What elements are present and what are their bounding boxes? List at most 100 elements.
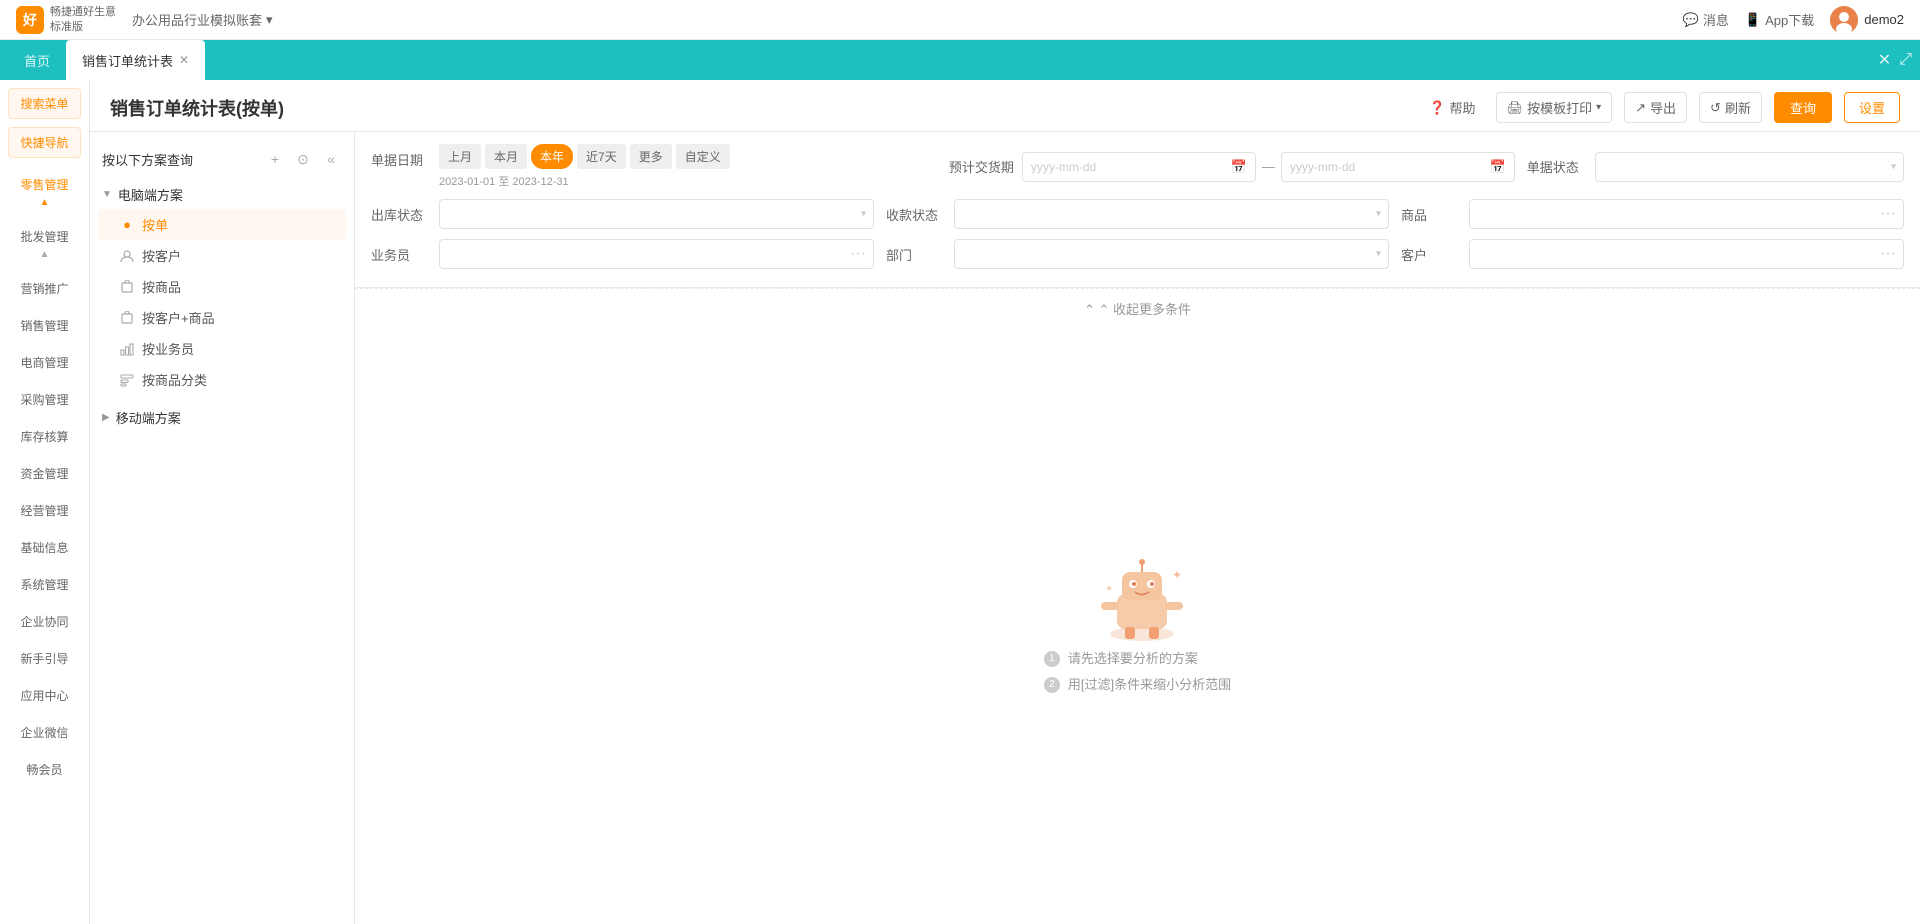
query-button[interactable]: 查询 bbox=[1774, 92, 1832, 123]
tree-item-customer-goods-icon bbox=[118, 309, 136, 327]
refresh-btn[interactable]: ↺ 刷新 bbox=[1699, 92, 1762, 123]
tree-item-salesperson-icon bbox=[118, 340, 136, 358]
status-select-input[interactable] bbox=[1595, 152, 1904, 182]
filter-panel-title: 按以下方案查询 bbox=[102, 150, 193, 169]
collection-select-input[interactable] bbox=[954, 199, 1389, 229]
goods-input[interactable] bbox=[1469, 199, 1904, 229]
tree-mobile-group: ▶ 移动端方案 bbox=[90, 403, 354, 432]
settings-scheme-icon[interactable]: ⊙ bbox=[292, 148, 314, 170]
goods-dots-icon[interactable]: ··· bbox=[1880, 205, 1896, 223]
sidebar-basics-label: 基础信息 bbox=[20, 539, 68, 556]
tree-item-by-order[interactable]: ● 按单 bbox=[98, 209, 346, 240]
sidebar-item-sales[interactable]: 销售管理 bbox=[0, 307, 89, 344]
date-start-calendar-icon: 📅 bbox=[1231, 159, 1247, 175]
tree-mobile-title[interactable]: ▶ 移动端方案 bbox=[98, 403, 346, 432]
shortcut-nav-btn[interactable]: 快捷导航 bbox=[8, 127, 81, 158]
date-preset-this-month[interactable]: 本月 bbox=[485, 144, 527, 169]
collapse-panel-icon[interactable]: « bbox=[320, 148, 342, 170]
tree-desktop-title[interactable]: ▼ 电脑端方案 bbox=[98, 180, 346, 209]
sidebar-item-member[interactable]: 畅会员 bbox=[0, 751, 89, 788]
sidebar-item-retail[interactable]: 零售管理 ▲ bbox=[0, 166, 89, 218]
tree-item-by-customer[interactable]: 按客户 bbox=[98, 240, 346, 271]
sidebar-item-newuser[interactable]: 新手引导 bbox=[0, 640, 89, 677]
sidebar-member-label: 畅会员 bbox=[26, 761, 62, 778]
window-close-icon[interactable]: ✕ bbox=[1878, 50, 1891, 70]
goods-label: 商品 bbox=[1401, 205, 1461, 224]
collapse-more-bar[interactable]: ⌃ ⌃ 收起更多条件 bbox=[355, 288, 1920, 328]
logo-icon: 好 bbox=[16, 6, 44, 34]
search-menu-btn[interactable]: 搜索菜单 bbox=[8, 88, 81, 119]
shipment-select-input[interactable] bbox=[439, 199, 874, 229]
salesperson-label: 业务员 bbox=[371, 245, 431, 264]
salesperson-input[interactable] bbox=[439, 239, 874, 269]
date-start-input[interactable]: yyyy-mm-dd 📅 bbox=[1022, 152, 1256, 182]
tree-item-by-customer-goods[interactable]: 按客户+商品 bbox=[98, 302, 346, 333]
sidebar-item-enterprise[interactable]: 企业协同 bbox=[0, 603, 89, 640]
date-sub-text: 2023-01-01 至 2023-12-31 bbox=[439, 173, 730, 189]
app-download-btn[interactable]: 📱 App下载 bbox=[1745, 10, 1814, 29]
workspace-selector[interactable]: 办公用品行业模拟账套 ▾ bbox=[124, 6, 281, 33]
sidebar-item-weixin[interactable]: 企业微信 bbox=[0, 714, 89, 751]
sidebar-item-basics[interactable]: 基础信息 bbox=[0, 529, 89, 566]
logo-area: 好 畅捷通好生意 标准版 bbox=[16, 5, 116, 34]
sidebar-item-ecommerce[interactable]: 电商管理 bbox=[0, 344, 89, 381]
empty-hint-1: 1 请先选择要分析的方案 bbox=[1044, 646, 1231, 672]
date-preset-7days[interactable]: 近7天 bbox=[577, 144, 626, 169]
customer-input[interactable] bbox=[1469, 239, 1904, 269]
sidebar-purchase-label: 采购管理 bbox=[20, 391, 68, 408]
date-preset-last-month[interactable]: 上月 bbox=[439, 144, 481, 169]
top-bar-right: 💬 消息 📱 App下载 demo2 bbox=[1683, 6, 1904, 34]
date-range-input: yyyy-mm-dd 📅 — yyyy-mm-dd 📅 bbox=[1022, 152, 1515, 182]
sidebar-item-system[interactable]: 系统管理 bbox=[0, 566, 89, 603]
sidebar-wholesale-label: 批发管理 bbox=[20, 228, 68, 245]
salesperson-dots-icon[interactable]: ··· bbox=[850, 245, 866, 263]
sidebar-item-operations[interactable]: 经营管理 bbox=[0, 492, 89, 529]
export-btn[interactable]: ↗ 导出 bbox=[1624, 92, 1687, 123]
content-area: 销售订单统计表(按单) ❓ 帮助 🖨 按模板打印 ▾ ↗ 导出 ↺ 刷新 bbox=[90, 80, 1920, 924]
sidebar-item-inventory[interactable]: 库存核算 bbox=[0, 418, 89, 455]
sidebar-item-purchase[interactable]: 采购管理 bbox=[0, 381, 89, 418]
sidebar-item-marketing[interactable]: 营销推广 bbox=[0, 270, 89, 307]
customer-dots-icon[interactable]: ··· bbox=[1880, 245, 1896, 263]
logo-text: 畅捷通好生意 标准版 bbox=[50, 5, 116, 34]
empty-hint-2: 2 用[过滤]条件来缩小分析范围 bbox=[1044, 672, 1231, 698]
tree-item-by-salesperson[interactable]: 按业务员 bbox=[98, 333, 346, 364]
customer-label: 客户 bbox=[1401, 245, 1461, 264]
template-print-arrow-icon: ▾ bbox=[1596, 102, 1601, 113]
sidebar-item-appcenter[interactable]: 应用中心 bbox=[0, 677, 89, 714]
date-end-input[interactable]: yyyy-mm-dd 📅 bbox=[1281, 152, 1515, 182]
help-btn[interactable]: ❓ 帮助 bbox=[1421, 94, 1483, 121]
tree-item-by-goods[interactable]: 按商品 bbox=[98, 271, 346, 302]
tab-sales-stats[interactable]: 销售订单统计表 ✕ bbox=[66, 40, 205, 80]
wholesale-arrow-icon: ▲ bbox=[40, 249, 50, 260]
filter-panel-tools: + ⊙ « bbox=[264, 148, 342, 170]
date-preset-more[interactable]: 更多 bbox=[630, 144, 672, 169]
message-btn[interactable]: 💬 消息 bbox=[1683, 10, 1729, 29]
right-panel: 单据日期 上月 本月 本年 近7天 更多 自定义 20 bbox=[355, 132, 1920, 924]
tree-item-goods-icon bbox=[118, 278, 136, 296]
refresh-icon: ↺ bbox=[1710, 100, 1721, 116]
settings-button[interactable]: 设置 bbox=[1844, 92, 1900, 123]
filter-row-1: 单据日期 上月 本月 本年 近7天 更多 自定义 20 bbox=[371, 144, 1904, 189]
date-preset-this-year[interactable]: 本年 bbox=[531, 144, 573, 169]
help-icon: ❓ bbox=[1429, 100, 1445, 116]
date-preset-custom[interactable]: 自定义 bbox=[676, 144, 730, 169]
window-maximize-icon[interactable]: ⤢ bbox=[1899, 51, 1912, 69]
tree-item-by-category[interactable]: 按商品分类 bbox=[98, 364, 346, 395]
svg-text:✦: ✦ bbox=[1105, 584, 1113, 595]
top-bar-left: 好 畅捷通好生意 标准版 办公用品行业模拟账套 ▾ bbox=[16, 5, 281, 34]
sidebar-inventory-label: 库存核算 bbox=[20, 428, 68, 445]
sidebar-item-finance[interactable]: 资金管理 bbox=[0, 455, 89, 492]
sidebar-system-label: 系统管理 bbox=[20, 576, 68, 593]
template-print-btn[interactable]: 🖨 按模板打印 ▾ bbox=[1496, 92, 1613, 123]
collapse-more-icon: ⌃ bbox=[1084, 302, 1099, 317]
sidebar-item-wholesale[interactable]: 批发管理 ▲ bbox=[0, 218, 89, 270]
user-info[interactable]: demo2 bbox=[1830, 6, 1904, 34]
tree-desktop-group: ▼ 电脑端方案 ● 按单 按客户 bbox=[90, 180, 354, 395]
department-select-input[interactable] bbox=[954, 239, 1389, 269]
add-scheme-icon[interactable]: + bbox=[264, 148, 286, 170]
tab-home[interactable]: 首页 bbox=[8, 40, 66, 80]
sidebar: 搜索菜单 快捷导航 零售管理 ▲ 批发管理 ▲ 营销推广 销售管理 电商管理 采… bbox=[0, 80, 90, 924]
tab-close-icon[interactable]: ✕ bbox=[179, 53, 189, 67]
export-icon: ↗ bbox=[1635, 100, 1646, 116]
